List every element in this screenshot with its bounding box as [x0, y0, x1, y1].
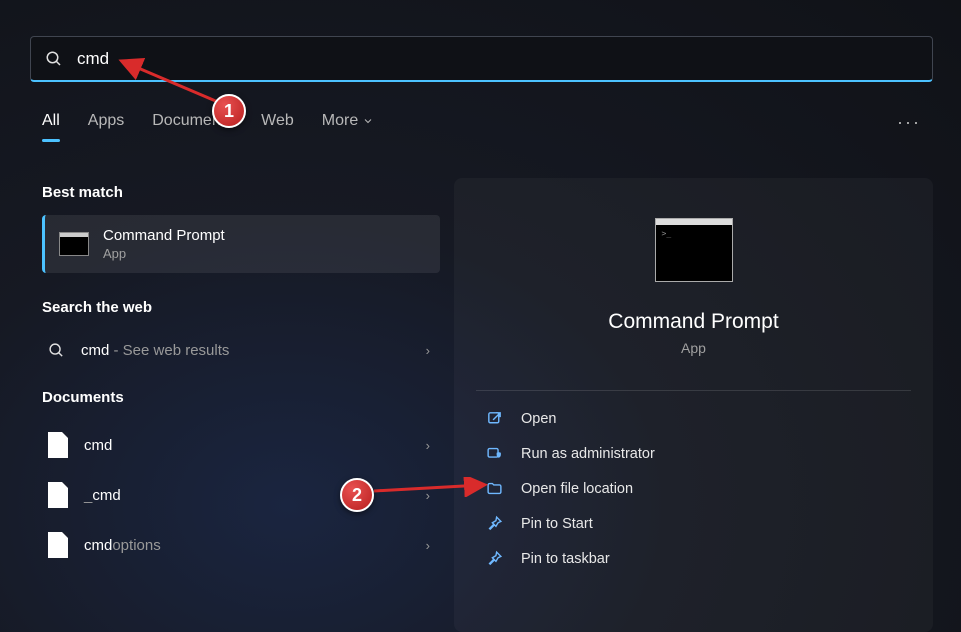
- chevron-right-icon: ›: [426, 438, 430, 453]
- shield-admin-icon: [486, 445, 503, 462]
- preview-subtitle: App: [454, 340, 933, 356]
- section-search-web: Search the web cmd - See web results ›: [42, 299, 440, 371]
- best-match-subtitle: App: [103, 246, 225, 261]
- web-result-item[interactable]: cmd - See web results ›: [42, 330, 440, 371]
- command-prompt-icon: [655, 218, 733, 282]
- action-label: Open file location: [521, 481, 633, 497]
- action-pin-to-taskbar[interactable]: Pin to taskbar: [472, 541, 915, 576]
- annotation-badge-1: 1: [212, 94, 246, 128]
- pin-icon: [486, 515, 503, 532]
- tab-apps[interactable]: Apps: [88, 112, 124, 138]
- action-label: Pin to taskbar: [521, 551, 610, 567]
- file-icon: [48, 482, 68, 508]
- action-list: Open Run as administrator Open file loca…: [454, 401, 933, 576]
- chevron-down-icon: [362, 115, 374, 127]
- section-documents-title: Documents: [42, 389, 440, 406]
- document-result-item[interactable]: _cmd ›: [42, 470, 440, 520]
- document-label: cmdoptions: [84, 537, 161, 554]
- search-input[interactable]: [77, 49, 918, 69]
- best-match-title: Command Prompt: [103, 227, 225, 244]
- tab-web[interactable]: Web: [261, 112, 294, 138]
- file-icon: [48, 532, 68, 558]
- section-search-web-title: Search the web: [42, 299, 440, 316]
- preview-panel: Command Prompt App Open Run as administr…: [454, 178, 933, 632]
- document-result-item[interactable]: cmdoptions ›: [42, 520, 440, 570]
- annotation-badge-2: 2: [340, 478, 374, 512]
- preview-title: Command Prompt: [454, 310, 933, 334]
- pin-icon: [486, 550, 503, 567]
- search-bar[interactable]: [30, 36, 933, 82]
- open-icon: [486, 410, 503, 427]
- best-match-text: Command Prompt App: [103, 227, 225, 261]
- chevron-right-icon: ›: [426, 488, 430, 503]
- divider: [476, 390, 911, 391]
- search-icon: [45, 50, 63, 68]
- section-documents: Documents cmd › _cmd › cmdoptions ›: [42, 389, 440, 570]
- action-label: Pin to Start: [521, 516, 593, 532]
- web-result-label: cmd - See web results: [81, 342, 229, 359]
- chevron-right-icon: ›: [426, 343, 430, 358]
- document-label: _cmd: [84, 487, 121, 504]
- best-match-result[interactable]: Command Prompt App: [42, 215, 440, 273]
- file-icon: [48, 432, 68, 458]
- action-run-as-administrator[interactable]: Run as administrator: [472, 436, 915, 471]
- tabs-row: All Apps Documents Web More ···: [42, 112, 933, 138]
- document-result-item[interactable]: cmd ›: [42, 420, 440, 470]
- document-label: cmd: [84, 437, 112, 454]
- command-prompt-icon: [59, 232, 89, 256]
- overflow-menu-button[interactable]: ···: [897, 112, 921, 133]
- action-pin-to-start[interactable]: Pin to Start: [472, 506, 915, 541]
- tab-more[interactable]: More: [322, 112, 374, 138]
- action-label: Open: [521, 411, 556, 427]
- search-icon: [48, 342, 65, 359]
- results-column: Best match Command Prompt App Search the…: [42, 184, 440, 570]
- chevron-right-icon: ›: [426, 538, 430, 553]
- action-label: Run as administrator: [521, 446, 655, 462]
- section-best-match-title: Best match: [42, 184, 440, 201]
- tab-all[interactable]: All: [42, 112, 60, 138]
- tab-more-label: More: [322, 112, 358, 130]
- folder-icon: [486, 480, 503, 497]
- action-open-file-location[interactable]: Open file location: [472, 471, 915, 506]
- action-open[interactable]: Open: [472, 401, 915, 436]
